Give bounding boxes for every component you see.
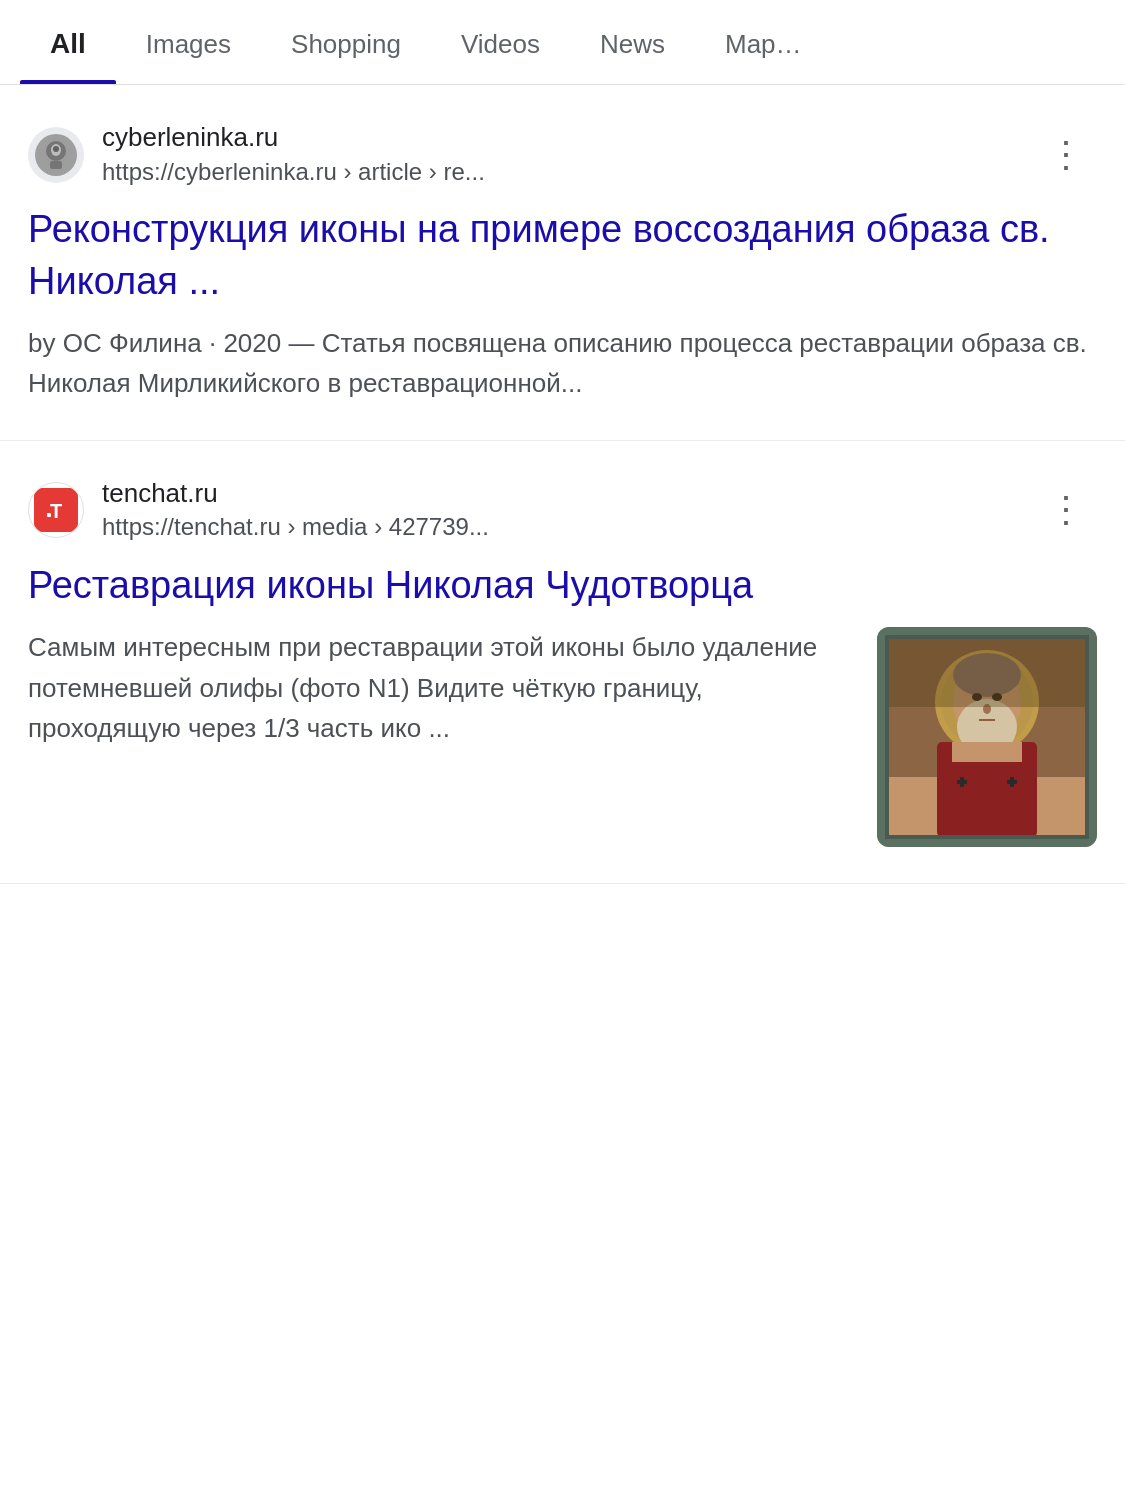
- tab-videos[interactable]: Videos: [431, 1, 570, 84]
- svg-point-2: [53, 146, 59, 152]
- result-item: cyberleninka.ru https://cyberleninka.ru …: [0, 85, 1125, 441]
- result-source: T tenchat.ru https://tenchat.ru › media …: [28, 477, 1097, 544]
- tab-news[interactable]: News: [570, 1, 695, 84]
- search-results: cyberleninka.ru https://cyberleninka.ru …: [0, 85, 1125, 884]
- result-item: T tenchat.ru https://tenchat.ru › media …: [0, 441, 1125, 885]
- result-snippet: by ОС Филина · 2020 — Статья посвящена о…: [28, 323, 1097, 404]
- cyberleninka-logo-icon: [40, 139, 72, 171]
- svg-rect-20: [952, 742, 1022, 762]
- svg-text:T: T: [50, 500, 62, 522]
- source-name: cyberleninka.ru: [102, 121, 485, 155]
- tenchat-logo-icon: T: [39, 493, 73, 527]
- tab-images[interactable]: Images: [116, 1, 261, 84]
- more-options-button[interactable]: ⋮: [1036, 484, 1097, 536]
- svg-rect-25: [887, 637, 1087, 707]
- source-name: tenchat.ru: [102, 477, 489, 511]
- more-options-button[interactable]: ⋮: [1036, 129, 1097, 181]
- svg-rect-3: [50, 161, 62, 169]
- source-url: https://tenchat.ru › media › 427739...: [102, 510, 489, 544]
- icon-painting-image: [877, 627, 1097, 847]
- tab-maps[interactable]: Map…: [695, 1, 832, 84]
- favicon: [28, 127, 84, 183]
- favicon: T: [28, 482, 84, 538]
- tab-all[interactable]: All: [20, 0, 116, 84]
- result-snippet: Самым интересным при реставрации этой ик…: [28, 627, 853, 748]
- result-title-link[interactable]: Реконструкция иконы на примере воссоздан…: [28, 204, 1097, 307]
- search-tabs: All Images Shopping Videos News Map…: [0, 0, 1125, 85]
- tab-shopping[interactable]: Shopping: [261, 1, 431, 84]
- result-thumbnail: [877, 627, 1097, 847]
- svg-rect-6: [47, 513, 51, 517]
- result-source: cyberleninka.ru https://cyberleninka.ru …: [28, 121, 1097, 188]
- source-url: https://cyberleninka.ru › article › re..…: [102, 155, 485, 189]
- result-title-link[interactable]: Реставрация иконы Николая Чудотворца: [28, 560, 1097, 611]
